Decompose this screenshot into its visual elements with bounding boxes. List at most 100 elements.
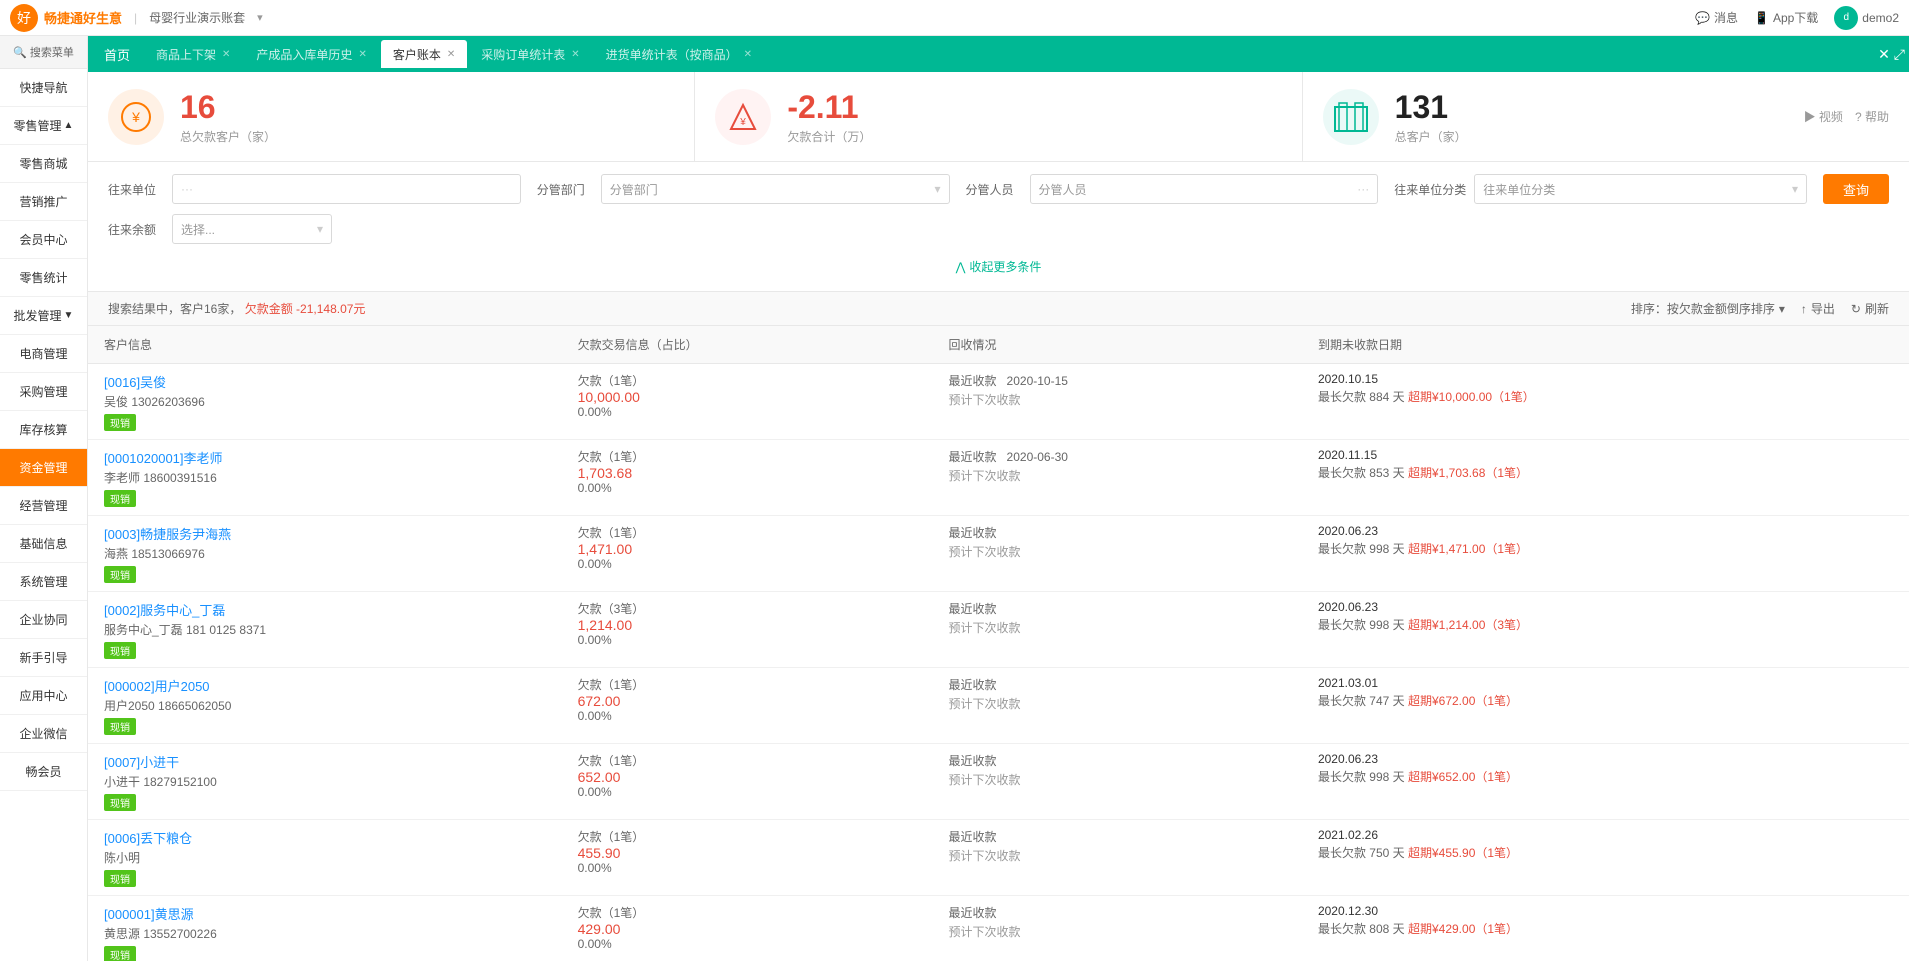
logo-area: 好 畅捷通好生意: [10, 4, 122, 32]
percent-1: 0.00%: [578, 481, 917, 495]
source-type-dropdown-icon: ▾: [1792, 182, 1798, 196]
dropdown-arrow[interactable]: ▾: [257, 11, 263, 24]
message-label: 消息: [1714, 9, 1738, 26]
collapse-row[interactable]: ⋀ 收起更多条件: [108, 254, 1889, 279]
overdue-days-6: 最长欠款 750 天 超期¥455.90（1笔）: [1318, 844, 1893, 861]
app-download-label: App下载: [1773, 9, 1818, 26]
customer-name-1[interactable]: [0001020001]李老师: [104, 448, 546, 467]
customer-name-2[interactable]: [0003]畅捷服务尹海燕: [104, 524, 546, 543]
sidebar-item-wechat[interactable]: 企业微信: [0, 715, 87, 753]
source-type-select[interactable]: 往来单位分类 ▾: [1474, 174, 1807, 204]
tab-produce-history-close[interactable]: ✕: [358, 49, 366, 60]
table-row: [0006]丢下粮仓 陈小明 现销 欠款（1笔） 455.90 0.00% 最近…: [88, 820, 1909, 896]
amount-0[interactable]: 10,000.00: [578, 389, 917, 405]
amount-6[interactable]: 455.90: [578, 845, 917, 861]
tab-purchase-stats-close[interactable]: ✕: [571, 49, 579, 60]
sidebar-item-apps[interactable]: 应用中心: [0, 677, 87, 715]
sidebar-item-vip[interactable]: 畅会员: [0, 753, 87, 791]
branch-dept-select[interactable]: 分管部门 ▾: [601, 174, 950, 204]
last-payment-0: 最近收款 2020-10-15: [949, 372, 1286, 389]
customer-name-7[interactable]: [000001]黄思源: [104, 904, 546, 923]
arrow-icon: ▲: [64, 120, 74, 131]
tab-purchase-stats2[interactable]: 进货单统计表（按商品） ✕: [594, 40, 764, 68]
sidebar-item-quick-nav[interactable]: 快捷导航: [0, 69, 87, 107]
customer-name-6[interactable]: [0006]丢下粮仓: [104, 828, 546, 847]
sidebar-item-newbie[interactable]: 新手引导: [0, 639, 87, 677]
amount-7[interactable]: 429.00: [578, 921, 917, 937]
tab-customer-account[interactable]: 客户账本 ✕: [381, 40, 467, 68]
sort-dropdown-icon: ▾: [1779, 302, 1785, 316]
cell-debt-info-0: 欠款（1笔） 10,000.00 0.00%: [562, 364, 933, 440]
sidebar-item-zero-stats[interactable]: 零售统计: [0, 259, 87, 297]
sidebar-search[interactable]: 🔍 搜索菜单: [0, 36, 87, 69]
overdue-link-7[interactable]: 超期¥429.00（1笔）: [1408, 922, 1518, 936]
overdue-date-7: 2020.12.30: [1318, 904, 1893, 918]
stat-number-debt-amount: -2.11: [787, 88, 1281, 126]
tag-xian-5: 现销: [104, 794, 136, 811]
overdue-link-0[interactable]: 超期¥10,000.00（1笔）: [1408, 390, 1535, 404]
close-all-icon[interactable]: ✕: [1878, 46, 1890, 63]
fullscreen-icon[interactable]: ⤢: [1894, 46, 1905, 63]
search-button[interactable]: 查询: [1823, 174, 1889, 204]
amount-5[interactable]: 652.00: [578, 769, 917, 785]
sort-select[interactable]: 排序：按欠款金额倒序排序 ▾: [1631, 300, 1785, 317]
overdue-link-1[interactable]: 超期¥1,703.68（1笔）: [1408, 466, 1528, 480]
collapse-label: 收起更多条件: [969, 258, 1041, 275]
amount-2[interactable]: 1,471.00: [578, 541, 917, 557]
tab-purchase-stats[interactable]: 采购订单统计表 ✕: [469, 40, 591, 68]
percent-2: 0.00%: [578, 557, 917, 571]
sidebar-item-batch-mgmt[interactable]: 批发管理 ▼: [0, 297, 87, 335]
tab-customer-account-close[interactable]: ✕: [447, 49, 455, 60]
amount-1[interactable]: 1,703.68: [578, 465, 917, 481]
sidebar-item-zero-mall[interactable]: 零售商城: [0, 145, 87, 183]
overdue-link-4[interactable]: 超期¥672.00（1笔）: [1408, 694, 1518, 708]
cell-debt-info-2: 欠款（1笔） 1,471.00 0.00%: [562, 516, 933, 592]
refresh-btn[interactable]: ↻ 刷新: [1851, 300, 1889, 317]
sidebar-item-basic[interactable]: 基础信息: [0, 525, 87, 563]
overdue-link-3[interactable]: 超期¥1,214.00（3笔）: [1408, 618, 1528, 632]
customer-name-4[interactable]: [000002]用户2050: [104, 676, 546, 695]
cell-due-date-0: 2020.10.15 最长欠款 884 天 超期¥10,000.00（1笔）: [1302, 364, 1909, 440]
customer-name-5[interactable]: [0007]小进干: [104, 752, 546, 771]
owed-count-2: 欠款（1笔）: [578, 524, 917, 541]
download-icon: 📱: [1754, 11, 1769, 25]
user-btn[interactable]: d demo2: [1834, 6, 1899, 30]
filter-source-unit-label: 往来单位: [108, 181, 164, 198]
help-btn[interactable]: ? 帮助: [1855, 108, 1889, 125]
amount-3[interactable]: 1,214.00: [578, 617, 917, 633]
amount-4[interactable]: 672.00: [578, 693, 917, 709]
sidebar-item-inventory[interactable]: 库存核算: [0, 411, 87, 449]
tab-produce-history[interactable]: 产成品入库单历史 ✕: [244, 40, 378, 68]
tab-product-off-close[interactable]: ✕: [222, 49, 230, 60]
customer-name-3[interactable]: [0002]服务中心_丁磊: [104, 600, 546, 619]
tab-purchase-stats2-close[interactable]: ✕: [744, 49, 752, 60]
balance-select[interactable]: 选择... ▾: [172, 214, 332, 244]
sidebar-item-ecom[interactable]: 电商管理: [0, 335, 87, 373]
stat-content-debt-amount: -2.11 欠款合计（万）: [787, 88, 1281, 145]
sidebar-item-purchase[interactable]: 采购管理: [0, 373, 87, 411]
percent-4: 0.00%: [578, 709, 917, 723]
tab-home[interactable]: 首页: [92, 40, 142, 68]
sidebar-item-member[interactable]: 会员中心: [0, 221, 87, 259]
customer-name-0[interactable]: [0016]吴俊: [104, 372, 546, 391]
cell-debt-info-6: 欠款（1笔） 455.90 0.00%: [562, 820, 933, 896]
cell-debt-info-7: 欠款（1笔） 429.00 0.00%: [562, 896, 933, 961]
table-row: [0016]吴俊 吴俊 13026203696 现销 欠款（1笔） 10,000…: [88, 364, 1909, 440]
video-btn[interactable]: ▶ 视频: [1804, 108, 1843, 125]
source-unit-input[interactable]: ···: [172, 174, 521, 204]
overdue-link-2[interactable]: 超期¥1,471.00（1笔）: [1408, 542, 1528, 556]
sidebar-item-marketing[interactable]: 营销推广: [0, 183, 87, 221]
sidebar-item-operations[interactable]: 经营管理: [0, 487, 87, 525]
branch-person-input[interactable]: 分管人员 ···: [1030, 174, 1379, 204]
app-download-btn[interactable]: 📱 App下载: [1754, 9, 1818, 26]
sidebar-item-zero-sales[interactable]: 零售管理 ▲: [0, 107, 87, 145]
export-btn[interactable]: ↑ 导出: [1801, 300, 1835, 317]
overdue-link-6[interactable]: 超期¥455.90（1笔）: [1408, 846, 1518, 860]
tab-customer-account-label: 客户账本: [393, 46, 441, 63]
tab-product-off[interactable]: 商品上下架 ✕: [144, 40, 242, 68]
sidebar-item-finance[interactable]: 资金管理: [0, 449, 87, 487]
sidebar-item-system[interactable]: 系统管理: [0, 563, 87, 601]
sidebar-item-corp[interactable]: 企业协同: [0, 601, 87, 639]
overdue-link-5[interactable]: 超期¥652.00（1笔）: [1408, 770, 1518, 784]
message-btn[interactable]: 💬 消息: [1695, 9, 1738, 26]
